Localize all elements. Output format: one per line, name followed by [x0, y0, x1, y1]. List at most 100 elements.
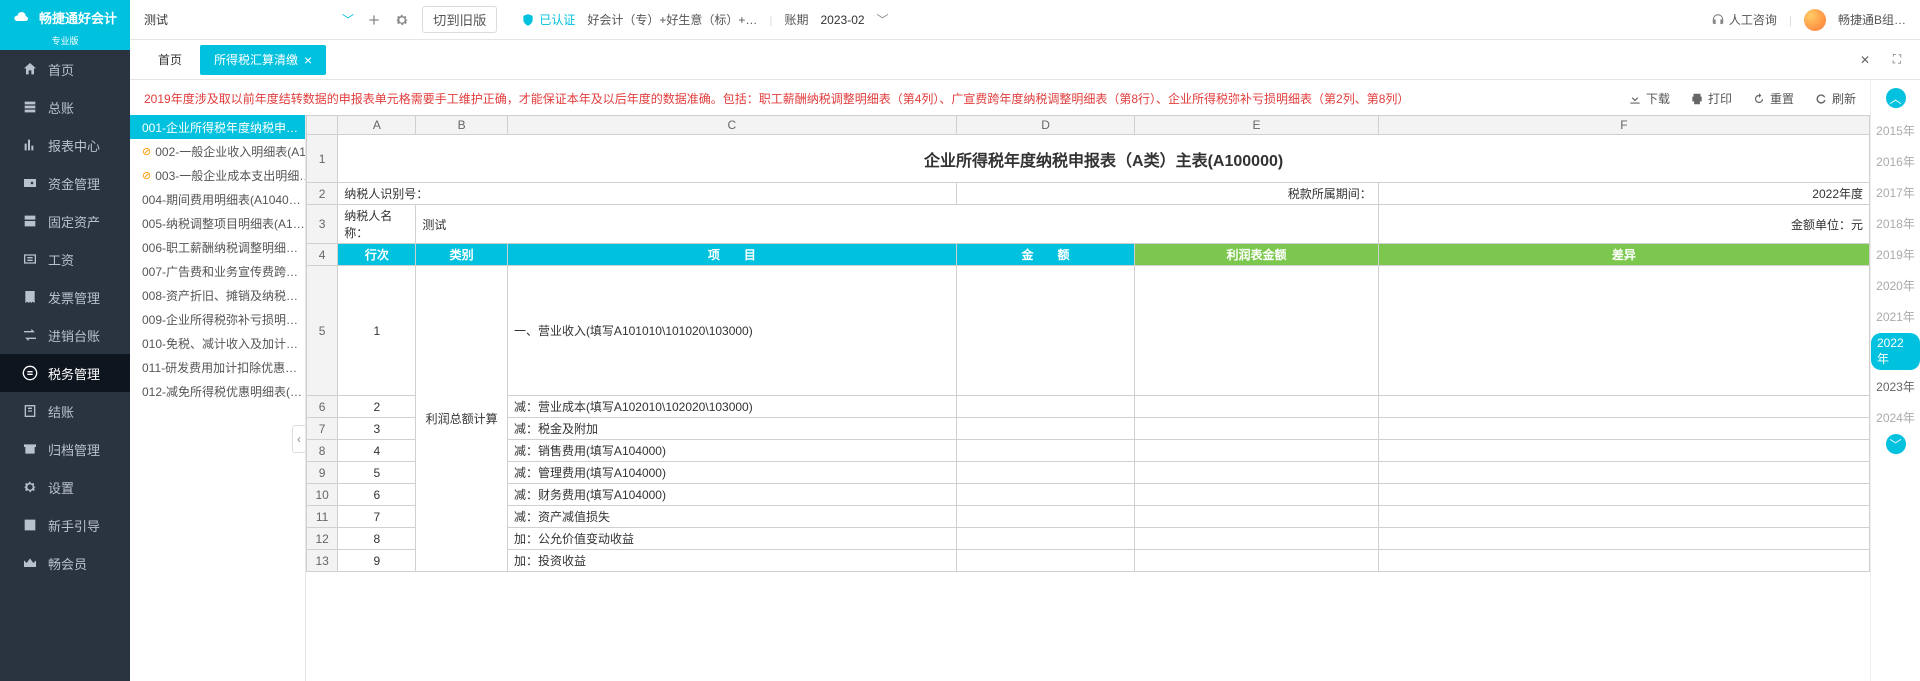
form-list-item[interactable]: 006-职工薪酬纳税调整明细…: [130, 235, 305, 259]
cell-amount[interactable]: [956, 484, 1135, 506]
year-item[interactable]: 2021年: [1876, 302, 1915, 331]
cell-profit[interactable]: [1135, 266, 1378, 396]
cell-amount[interactable]: [956, 550, 1135, 572]
cell-diff[interactable]: [1378, 418, 1869, 440]
plus-icon[interactable]: [366, 12, 382, 28]
cell-profit[interactable]: [1135, 484, 1378, 506]
nav-inout[interactable]: 进销台账: [0, 316, 130, 354]
cell-line[interactable]: 4: [338, 440, 416, 462]
col-f[interactable]: F: [1378, 116, 1869, 135]
refresh-button[interactable]: 刷新: [1814, 90, 1856, 107]
row-num[interactable]: 8: [307, 440, 338, 462]
user-name[interactable]: 畅捷通B组…: [1838, 11, 1906, 28]
cell-item[interactable]: 减：资产减值损失: [507, 506, 956, 528]
cell-line[interactable]: 8: [338, 528, 416, 550]
form-list-item[interactable]: 001-企业所得税年度纳税申…: [130, 115, 305, 139]
cell-item[interactable]: 减：销售费用(填写A104000): [507, 440, 956, 462]
cell-diff[interactable]: [1378, 528, 1869, 550]
cell-diff[interactable]: [1378, 462, 1869, 484]
nav-settings[interactable]: 设置: [0, 468, 130, 506]
nav-ledger[interactable]: 总账: [0, 88, 130, 126]
cell-profit[interactable]: [1135, 396, 1378, 418]
expand-button[interactable]: ⛶: [1888, 51, 1906, 69]
nav-invoice[interactable]: 发票管理: [0, 278, 130, 316]
close-all-button[interactable]: ✕: [1856, 51, 1874, 69]
form-list-item[interactable]: 010-免税、减计收入及加计…: [130, 331, 305, 355]
nav-salary[interactable]: 工资: [0, 240, 130, 278]
cell-amount[interactable]: [956, 462, 1135, 484]
cell-line[interactable]: 3: [338, 418, 416, 440]
org-dropdown[interactable]: 测试 ﹀: [144, 11, 354, 28]
cell-diff[interactable]: [1378, 396, 1869, 418]
nav-archive[interactable]: 归档管理: [0, 430, 130, 468]
gear-icon[interactable]: [394, 12, 410, 28]
nav-tax[interactable]: 税务管理: [0, 354, 130, 392]
cell-amount[interactable]: [956, 266, 1135, 396]
year-item[interactable]: 2023年: [1876, 372, 1915, 401]
cell-profit[interactable]: [1135, 440, 1378, 462]
col-b[interactable]: B: [416, 116, 508, 135]
cell-amount[interactable]: [956, 506, 1135, 528]
nav-close[interactable]: 结账: [0, 392, 130, 430]
row-num[interactable]: 9: [307, 462, 338, 484]
cell-item[interactable]: 一、营业收入(填写A101010\101020\103000): [507, 266, 956, 396]
col-e[interactable]: E: [1135, 116, 1378, 135]
cell-diff[interactable]: [1378, 266, 1869, 396]
year-item[interactable]: 2015年: [1876, 116, 1915, 145]
cell-item[interactable]: 加：投资收益: [507, 550, 956, 572]
cell-profit[interactable]: [1135, 418, 1378, 440]
cell-diff[interactable]: [1378, 550, 1869, 572]
period-value[interactable]: 2023-02: [821, 13, 865, 27]
year-item[interactable]: 2024年: [1876, 403, 1915, 432]
scroll-up-button[interactable]: ︿: [1886, 88, 1906, 108]
switch-old-button[interactable]: 切到旧版: [422, 6, 497, 33]
year-item[interactable]: 2017年: [1876, 178, 1915, 207]
row-num[interactable]: 10: [307, 484, 338, 506]
cell-line[interactable]: 5: [338, 462, 416, 484]
form-list-item[interactable]: ⊘002-一般企业收入明细表(A1…: [130, 139, 305, 163]
row-num[interactable]: 1: [307, 135, 338, 183]
cell-line[interactable]: 2: [338, 396, 416, 418]
row-num[interactable]: 4: [307, 244, 338, 266]
form-list-item[interactable]: 007-广告费和业务宣传费跨…: [130, 259, 305, 283]
nav-assets[interactable]: 固定资产: [0, 202, 130, 240]
cell-line[interactable]: 7: [338, 506, 416, 528]
cell-profit[interactable]: [1135, 550, 1378, 572]
row-num[interactable]: 6: [307, 396, 338, 418]
cell-item[interactable]: 减：财务费用(填写A104000): [507, 484, 956, 506]
reset-button[interactable]: 重置: [1752, 90, 1794, 107]
close-icon[interactable]: ×: [304, 52, 312, 68]
row-num[interactable]: 7: [307, 418, 338, 440]
year-item[interactable]: 2016年: [1876, 147, 1915, 176]
nav-funds[interactable]: 资金管理: [0, 164, 130, 202]
row-num[interactable]: 12: [307, 528, 338, 550]
avatar[interactable]: [1804, 9, 1826, 31]
cell-category[interactable]: 利润总额计算: [416, 266, 508, 572]
col-d[interactable]: D: [956, 116, 1135, 135]
nav-guide[interactable]: 新手引导: [0, 506, 130, 544]
cell-amount[interactable]: [956, 396, 1135, 418]
cell-item[interactable]: 减：营业成本(填写A102010\102020\103000): [507, 396, 956, 418]
cell-amount[interactable]: [956, 418, 1135, 440]
cell-line[interactable]: 9: [338, 550, 416, 572]
cell-line[interactable]: 1: [338, 266, 416, 396]
cell-amount[interactable]: [956, 528, 1135, 550]
cell-diff[interactable]: [1378, 440, 1869, 462]
nav-vip[interactable]: 畅会员: [0, 544, 130, 582]
col-c[interactable]: C: [507, 116, 956, 135]
year-item[interactable]: 2020年: [1876, 271, 1915, 300]
cell-diff[interactable]: [1378, 484, 1869, 506]
scroll-down-button[interactable]: ﹀: [1886, 434, 1906, 454]
year-item[interactable]: 2019年: [1876, 240, 1915, 269]
cell-profit[interactable]: [1135, 528, 1378, 550]
tab-tax-settlement[interactable]: 所得税汇算清缴 ×: [200, 45, 326, 75]
col-a[interactable]: A: [338, 116, 416, 135]
print-button[interactable]: 打印: [1690, 90, 1732, 107]
row-num[interactable]: 3: [307, 205, 338, 244]
spreadsheet[interactable]: A B C D E F 1 企业所得税年度纳税申报表（A类）主表(A100000…: [306, 115, 1870, 681]
row-num[interactable]: 13: [307, 550, 338, 572]
form-list-item[interactable]: 005-纳税调整项目明细表(A1…: [130, 211, 305, 235]
row-num[interactable]: 5: [307, 266, 338, 396]
cell-item[interactable]: 减：管理费用(填写A104000): [507, 462, 956, 484]
row-num[interactable]: 2: [307, 183, 338, 205]
